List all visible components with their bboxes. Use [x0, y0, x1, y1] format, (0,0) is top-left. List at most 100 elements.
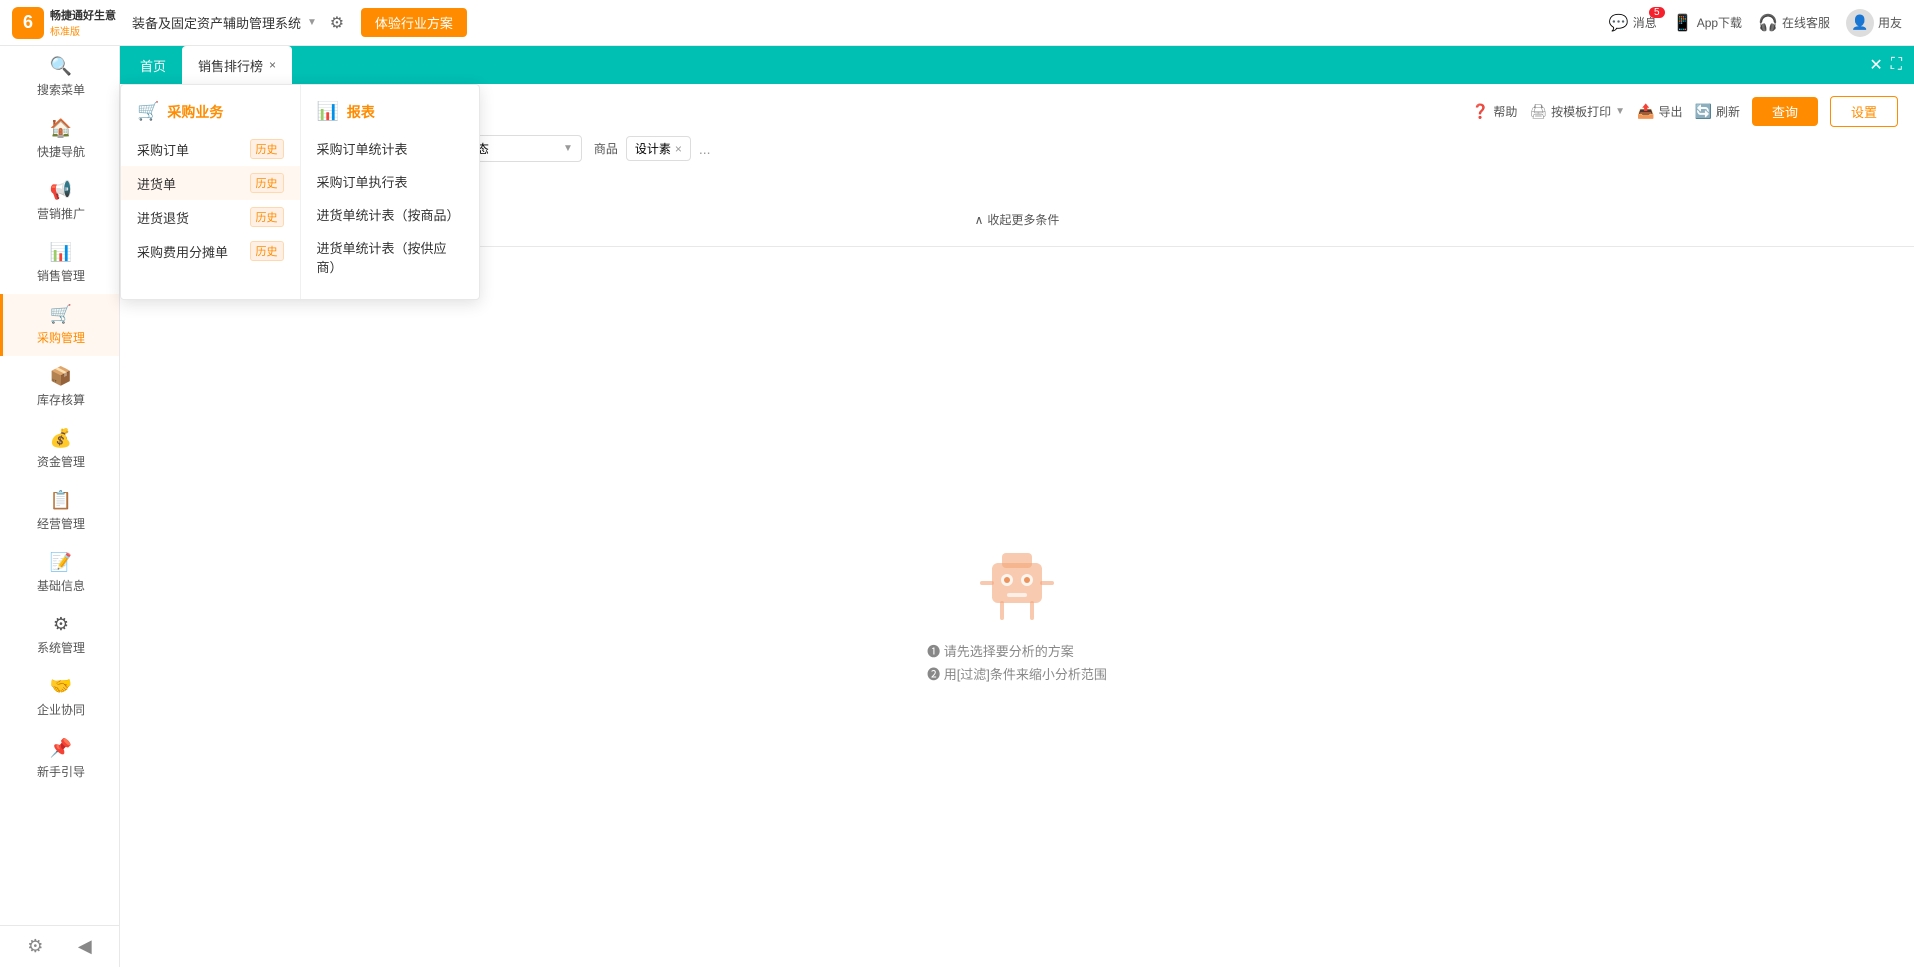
- user-button[interactable]: 👤 用友: [1846, 9, 1902, 37]
- goods-ellipsis[interactable]: ...: [699, 141, 711, 157]
- chevron-down-icon: ▼: [563, 143, 573, 154]
- sidebar-item-search[interactable]: 🔍 搜索菜单: [0, 46, 119, 108]
- query-button[interactable]: 查询: [1752, 97, 1818, 126]
- sidebar-item-finance[interactable]: 💰 资金管理: [0, 418, 119, 480]
- refresh-label: 刷新: [1716, 103, 1740, 120]
- chevron-down-icon: ▼: [307, 17, 317, 28]
- dropdown-item-arrival-stat-goods[interactable]: 进货单统计表（按商品）: [301, 198, 480, 231]
- dropdown-col-report: 📊 报表 采购订单统计表 采购订单执行表 进货单统计表（按商品） 进货单统计表（…: [301, 85, 480, 299]
- sidebar-item-label: 销售管理: [37, 267, 85, 284]
- dropdown-item-purchase-order[interactable]: 采购订单 历史: [121, 132, 300, 166]
- refresh-button[interactable]: 🔄 刷新: [1695, 103, 1740, 120]
- tab-sales-rank[interactable]: 销售排行榜 ×: [182, 46, 292, 84]
- help-label: 帮助: [1493, 103, 1517, 120]
- purchase-col-label: 采购业务: [167, 102, 223, 122]
- sidebar-item-system[interactable]: ⚙ 系统管理: [0, 604, 119, 666]
- sidebar-item-cooperation[interactable]: 🤝 企业协同: [0, 666, 119, 728]
- finance-icon: 💰: [50, 428, 72, 449]
- system-title-text: 装备及固定资产辅助管理系统: [132, 13, 301, 32]
- tab-home[interactable]: 首页: [124, 46, 182, 84]
- return-history: 历史: [250, 207, 284, 227]
- phone-icon: 📱: [1673, 13, 1693, 33]
- sidebar: 🔍 搜索菜单 🏠 快捷导航 📢 营销推广 📊 销售管理 🛒 采购管理 📦 库存核…: [0, 46, 120, 967]
- report-col-label: 报表: [347, 102, 375, 122]
- online-service-label: 在线客服: [1782, 14, 1830, 31]
- dropdown-item-return[interactable]: 进货退货 历史: [121, 200, 300, 234]
- print-arrow-icon: ▼: [1615, 106, 1625, 117]
- export-label: 导出: [1659, 103, 1683, 120]
- purchase-col-icon: 🛒: [137, 101, 159, 122]
- dropdown-item-expense[interactable]: 采购费用分摊单 历史: [121, 234, 300, 268]
- goods-tag-close[interactable]: ×: [675, 142, 682, 156]
- sales-icon: 📊: [50, 242, 72, 263]
- sidebar-item-guide[interactable]: 📌 新手引导: [0, 728, 119, 790]
- purchase-order-label: 采购订单: [137, 140, 189, 159]
- refresh-icon: 🔄: [1695, 103, 1712, 120]
- empty-robot-svg: [967, 528, 1067, 628]
- system-icon: ⚙: [53, 614, 69, 635]
- empty-hint-2: ❷ 用[过滤]条件来缩小分析范围: [927, 663, 1107, 686]
- print-label: 按模板打印: [1551, 103, 1611, 120]
- print-button[interactable]: 🖨 按模板打印 ▼: [1529, 103, 1625, 120]
- online-service-button[interactable]: 🎧 在线客服: [1758, 13, 1830, 33]
- tab-close-all-icon[interactable]: ✕: [1869, 55, 1882, 75]
- set-button[interactable]: 设置: [1830, 96, 1898, 127]
- goods-label: 商品: [594, 140, 618, 157]
- app-download-label: App下载: [1697, 14, 1742, 31]
- dropdown-col-purchase: 🛒 采购业务 采购订单 历史 进货单 历史 进货退货 历史 采购费用分摊单 历史: [121, 85, 301, 299]
- export-button[interactable]: 📤 导出: [1637, 103, 1682, 120]
- export-icon: 📤: [1637, 103, 1654, 120]
- search-icon: 🔍: [50, 56, 72, 77]
- guide-icon: 📌: [50, 738, 72, 759]
- collapse-sidebar-icon[interactable]: ◀: [78, 936, 92, 957]
- settings-bottom-icon[interactable]: ⚙: [27, 936, 43, 957]
- sidebar-item-sales[interactable]: 📊 销售管理: [0, 232, 119, 294]
- sidebar-item-inventory[interactable]: 📦 库存核算: [0, 356, 119, 418]
- po-exec-label: 采购订单执行表: [317, 172, 408, 191]
- purchase-order-history: 历史: [250, 139, 284, 159]
- user-label: 用友: [1878, 14, 1902, 31]
- message-button[interactable]: 💬 消息 5: [1609, 13, 1657, 33]
- logo-icon: 6: [12, 7, 44, 39]
- arrival-stat-goods-label: 进货单统计表（按商品）: [317, 205, 460, 224]
- sidebar-item-base[interactable]: 📝 基础信息: [0, 542, 119, 604]
- gear-button[interactable]: ⚙: [323, 9, 351, 37]
- arrival-label: 进货单: [137, 174, 176, 193]
- help-icon: ❓: [1472, 103, 1489, 120]
- collapse-up-icon: ∧: [975, 213, 984, 227]
- tab-expand-icon[interactable]: ⛶: [1891, 56, 1902, 74]
- dropdown-item-po-stat[interactable]: 采购订单统计表: [301, 132, 480, 165]
- tab-close-icon[interactable]: ×: [269, 58, 276, 72]
- message-badge: 5: [1649, 7, 1665, 18]
- industry-button[interactable]: 体验行业方案: [361, 8, 467, 37]
- tab-sales-rank-label: 销售排行榜: [198, 56, 263, 75]
- sidebar-bottom: ⚙ ◀: [0, 925, 119, 967]
- system-title[interactable]: 装备及固定资产辅助管理系统 ▼: [132, 13, 317, 32]
- sidebar-item-label: 采购管理: [37, 329, 85, 346]
- sidebar-item-marketing[interactable]: 📢 营销推广: [0, 170, 119, 232]
- inventory-icon: 📦: [50, 366, 72, 387]
- app-download-button[interactable]: 📱 App下载: [1673, 13, 1742, 33]
- headset-icon: 🎧: [1758, 13, 1778, 33]
- sidebar-item-label: 新手引导: [37, 763, 85, 780]
- empty-hints: ❶ 请先选择要分析的方案 ❷ 用[过滤]条件来缩小分析范围: [927, 640, 1107, 687]
- empty-illustration: [967, 528, 1067, 628]
- sidebar-item-label: 企业协同: [37, 701, 85, 718]
- logo-line1: 畅捷通好生意: [50, 7, 116, 23]
- logo-area: 6 畅捷通好生意 标准版: [12, 7, 132, 39]
- operation-icon: 📋: [50, 490, 72, 511]
- help-button[interactable]: ❓ 帮助: [1472, 103, 1517, 120]
- sidebar-item-purchase[interactable]: 🛒 采购管理: [0, 294, 119, 356]
- po-stat-label: 采购订单统计表: [317, 139, 408, 158]
- top-right: 💬 消息 5 📱 App下载 🎧 在线客服 👤 用友: [1609, 9, 1902, 37]
- sidebar-item-label: 系统管理: [37, 639, 85, 656]
- dropdown-item-po-exec[interactable]: 采购订单执行表: [301, 165, 480, 198]
- top-bar: 6 畅捷通好生意 标准版 装备及固定资产辅助管理系统 ▼ ⚙ 体验行业方案 💬 …: [0, 0, 1914, 46]
- dropdown-col-header-purchase: 🛒 采购业务: [121, 101, 300, 132]
- dropdown-item-arrival-stat-supplier[interactable]: 进货单统计表（按供应商）: [301, 231, 480, 283]
- dropdown-item-arrival[interactable]: 进货单 历史: [121, 166, 300, 200]
- empty-hint-1: ❶ 请先选择要分析的方案: [927, 640, 1107, 663]
- sidebar-item-operation[interactable]: 📋 经营管理: [0, 480, 119, 542]
- arrival-stat-supplier-label: 进货单统计表（按供应商）: [317, 238, 464, 276]
- sidebar-item-quicknav[interactable]: 🏠 快捷导航: [0, 108, 119, 170]
